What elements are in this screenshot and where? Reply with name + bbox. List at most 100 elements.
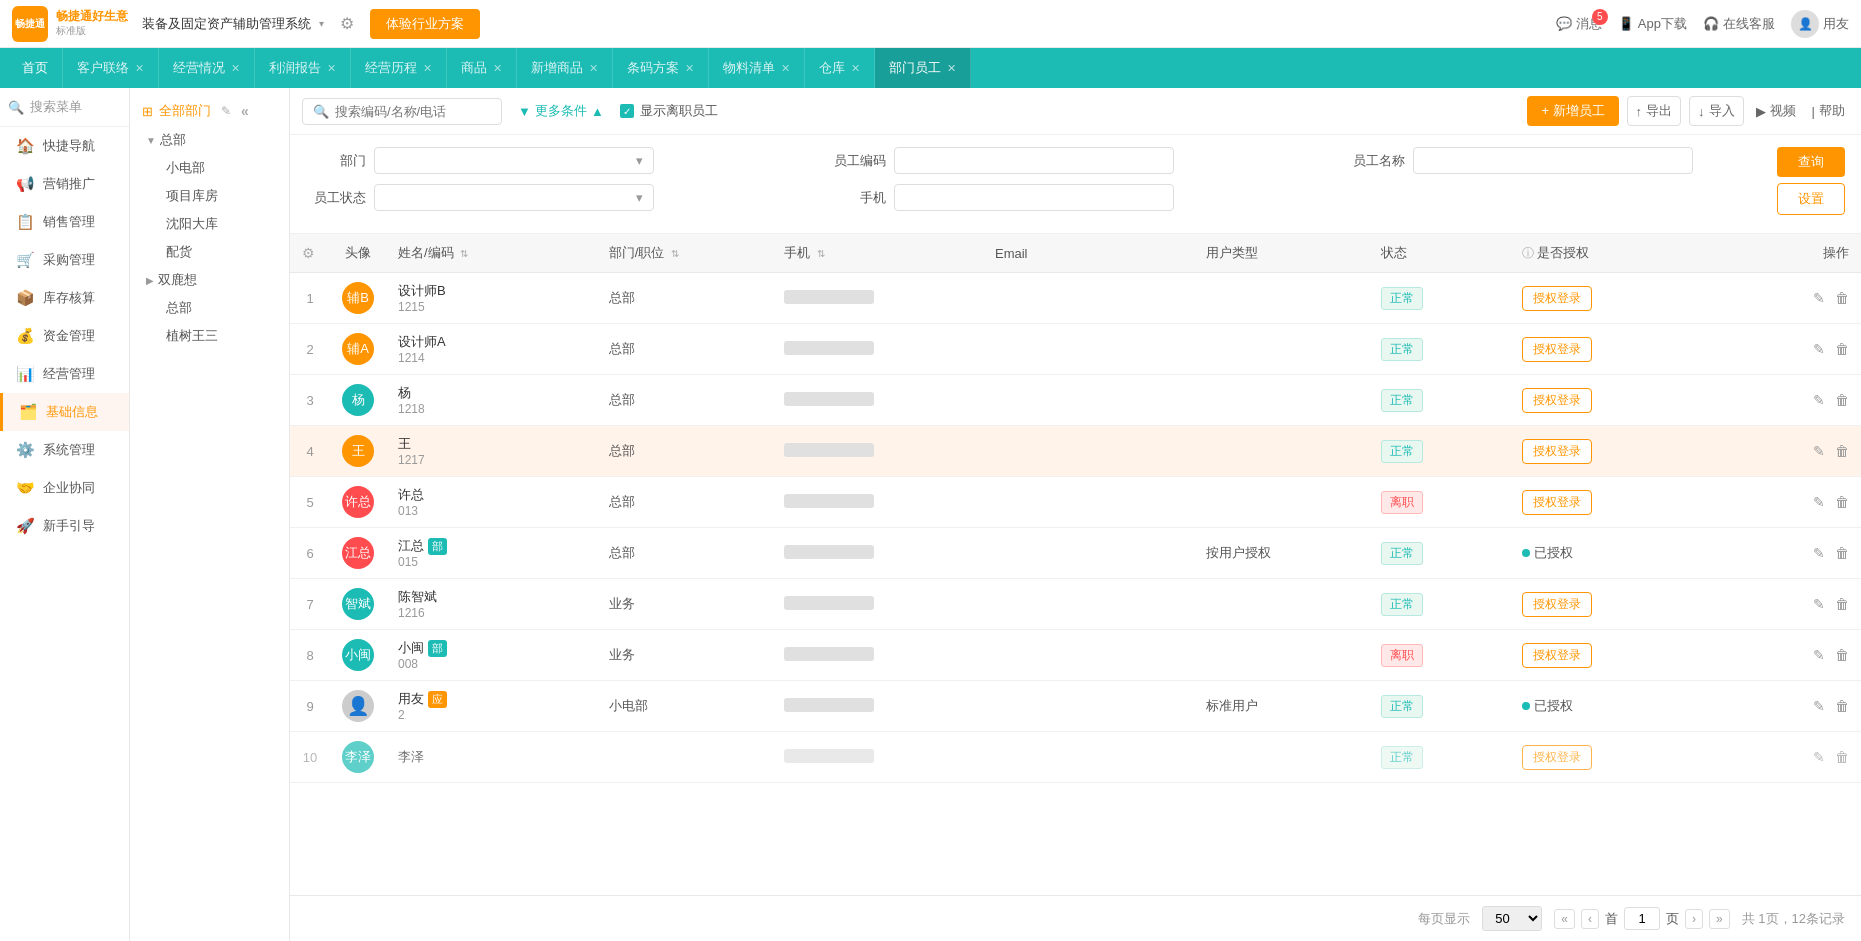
- delete-icon[interactable]: 🗑: [1835, 698, 1849, 714]
- tab-close-icon[interactable]: ✕: [231, 62, 240, 75]
- tab-close-icon[interactable]: ✕: [423, 62, 432, 75]
- auth-login-btn[interactable]: 授权登录: [1522, 643, 1592, 668]
- auth-login-btn[interactable]: 授权登录: [1522, 337, 1592, 362]
- set-btn[interactable]: 设置: [1777, 183, 1845, 215]
- edit-icon[interactable]: ✎: [1813, 443, 1825, 459]
- sidebar-item-sales[interactable]: 📋 销售管理: [0, 203, 129, 241]
- tab-bom[interactable]: 物料清单 ✕: [709, 48, 805, 88]
- edit-icon[interactable]: ✎: [1813, 494, 1825, 510]
- sort-icon[interactable]: ⇅: [460, 248, 468, 259]
- delete-icon[interactable]: 🗑: [1835, 494, 1849, 510]
- settings-icon[interactable]: ⚙: [340, 14, 354, 33]
- dept-item-project[interactable]: 项目库房: [138, 182, 281, 210]
- sidebar-item-marketing[interactable]: 📢 营销推广: [0, 165, 129, 203]
- sidebar-item-quick-nav[interactable]: 🏠 快捷导航: [0, 127, 129, 165]
- user-avatar[interactable]: 👤 用友: [1791, 10, 1849, 38]
- dept-collapse-icon[interactable]: «: [241, 103, 249, 119]
- import-btn[interactable]: ↓ 导入: [1689, 96, 1744, 126]
- sidebar-search[interactable]: 🔍 搜索菜单: [0, 88, 129, 127]
- next-page-btn[interactable]: ›: [1685, 909, 1703, 929]
- system-dropdown-arrow[interactable]: ▾: [319, 18, 324, 29]
- table-settings-icon[interactable]: ⚙: [302, 245, 315, 261]
- employee-code-input[interactable]: [894, 147, 1174, 174]
- sidebar-item-management[interactable]: 📊 经营管理: [0, 355, 129, 393]
- delete-icon[interactable]: 🗑: [1835, 341, 1849, 357]
- tab-employees[interactable]: 部门员工 ✕: [875, 48, 971, 88]
- phone-input[interactable]: [894, 184, 1174, 211]
- employee-status-select[interactable]: ▾: [374, 184, 654, 211]
- edit-icon[interactable]: ✎: [1813, 596, 1825, 612]
- auth-login-btn[interactable]: 授权登录: [1522, 592, 1592, 617]
- query-btn[interactable]: 查询: [1777, 147, 1845, 177]
- col-header-dept[interactable]: 部门/职位 ⇅: [597, 234, 773, 273]
- tab-history[interactable]: 经营历程 ✕: [351, 48, 447, 88]
- edit-icon[interactable]: ✎: [1813, 545, 1825, 561]
- tab-operation[interactable]: 经营情况 ✕: [159, 48, 255, 88]
- tab-close-icon[interactable]: ✕: [589, 62, 598, 75]
- tab-profit[interactable]: 利润报告 ✕: [255, 48, 351, 88]
- edit-icon[interactable]: ✎: [1813, 749, 1825, 765]
- sort-icon[interactable]: ⇅: [671, 248, 679, 259]
- tab-new-goods[interactable]: 新增商品 ✕: [517, 48, 613, 88]
- col-header-settings[interactable]: ⚙: [290, 234, 330, 273]
- online-service-btn[interactable]: 🎧 在线客服: [1703, 15, 1775, 33]
- dept-item-xiaodian[interactable]: 小电部: [138, 154, 281, 182]
- edit-icon[interactable]: ✎: [1813, 290, 1825, 306]
- sidebar-item-guide[interactable]: 🚀 新手引导: [0, 507, 129, 545]
- tab-close-icon[interactable]: ✕: [851, 62, 860, 75]
- delete-icon[interactable]: 🗑: [1835, 749, 1849, 765]
- delete-icon[interactable]: 🗑: [1835, 392, 1849, 408]
- prev-page-btn[interactable]: ‹: [1581, 909, 1599, 929]
- delete-icon[interactable]: 🗑: [1835, 545, 1849, 561]
- dept-item-shenyang[interactable]: 沈阳大库: [138, 210, 281, 238]
- export-btn[interactable]: ↑ 导出: [1627, 96, 1682, 126]
- page-input[interactable]: [1624, 907, 1660, 930]
- tab-warehouse[interactable]: 仓库 ✕: [805, 48, 875, 88]
- auth-login-btn[interactable]: 授权登录: [1522, 439, 1592, 464]
- search-box[interactable]: 🔍: [302, 98, 502, 125]
- tab-close-icon[interactable]: ✕: [685, 62, 694, 75]
- edit-icon[interactable]: ✎: [1813, 647, 1825, 663]
- first-page-btn[interactable]: «: [1554, 909, 1575, 929]
- col-header-phone[interactable]: 手机 ⇅: [772, 234, 983, 273]
- sidebar-item-purchase[interactable]: 🛒 采购管理: [0, 241, 129, 279]
- sidebar-item-enterprise[interactable]: 🤝 企业协同: [0, 469, 129, 507]
- employee-name-input[interactable]: [1413, 147, 1693, 174]
- auth-login-btn[interactable]: 授权登录: [1522, 286, 1592, 311]
- sidebar-item-finance[interactable]: 💰 资金管理: [0, 317, 129, 355]
- tab-close-icon[interactable]: ✕: [327, 62, 336, 75]
- sort-icon[interactable]: ⇅: [817, 248, 825, 259]
- last-page-btn[interactable]: »: [1709, 909, 1730, 929]
- try-industry-btn[interactable]: 体验行业方案: [370, 9, 480, 39]
- sidebar-item-inventory[interactable]: 📦 库存核算: [0, 279, 129, 317]
- tab-close-icon[interactable]: ✕: [493, 62, 502, 75]
- delete-icon[interactable]: 🗑: [1835, 647, 1849, 663]
- delete-icon[interactable]: 🗑: [1835, 443, 1849, 459]
- delete-icon[interactable]: 🗑: [1835, 290, 1849, 306]
- add-employee-btn[interactable]: + 新增员工: [1527, 96, 1618, 126]
- dept-item-zhishu[interactable]: 植树王三: [138, 322, 281, 350]
- edit-icon[interactable]: ✎: [1813, 698, 1825, 714]
- sidebar-item-basic-info[interactable]: 🗂️ 基础信息: [0, 393, 129, 431]
- dept-item-shuanglu[interactable]: ▶ 双鹿想: [138, 266, 281, 294]
- dept-edit-icon[interactable]: ✎: [221, 104, 231, 118]
- search-input[interactable]: [335, 104, 491, 119]
- col-header-name[interactable]: 姓名/编码 ⇅: [386, 234, 597, 273]
- delete-icon[interactable]: 🗑: [1835, 596, 1849, 612]
- auth-login-btn[interactable]: 授权登录: [1522, 745, 1592, 770]
- dept-item-general[interactable]: ▼ 总部: [138, 126, 281, 154]
- dept-select[interactable]: ▾: [374, 147, 654, 174]
- page-size-select[interactable]: 50 100 200: [1482, 906, 1542, 931]
- tab-close-icon[interactable]: ✕: [947, 62, 956, 75]
- help-btn[interactable]: | 帮助: [1808, 97, 1849, 125]
- view-btn[interactable]: ▶ 视频: [1752, 97, 1800, 125]
- sidebar-item-system[interactable]: ⚙️ 系统管理: [0, 431, 129, 469]
- edit-icon[interactable]: ✎: [1813, 392, 1825, 408]
- tab-customer[interactable]: 客户联络 ✕: [63, 48, 159, 88]
- message-btn[interactable]: 💬 消息 5: [1556, 15, 1602, 33]
- show-resign-checkbox[interactable]: ✓ 显示离职员工: [620, 102, 718, 120]
- auth-login-btn[interactable]: 授权登录: [1522, 490, 1592, 515]
- dept-item-zongbu[interactable]: 总部: [138, 294, 281, 322]
- dept-item-peihuo[interactable]: 配货: [138, 238, 281, 266]
- tab-close-icon[interactable]: ✕: [781, 62, 790, 75]
